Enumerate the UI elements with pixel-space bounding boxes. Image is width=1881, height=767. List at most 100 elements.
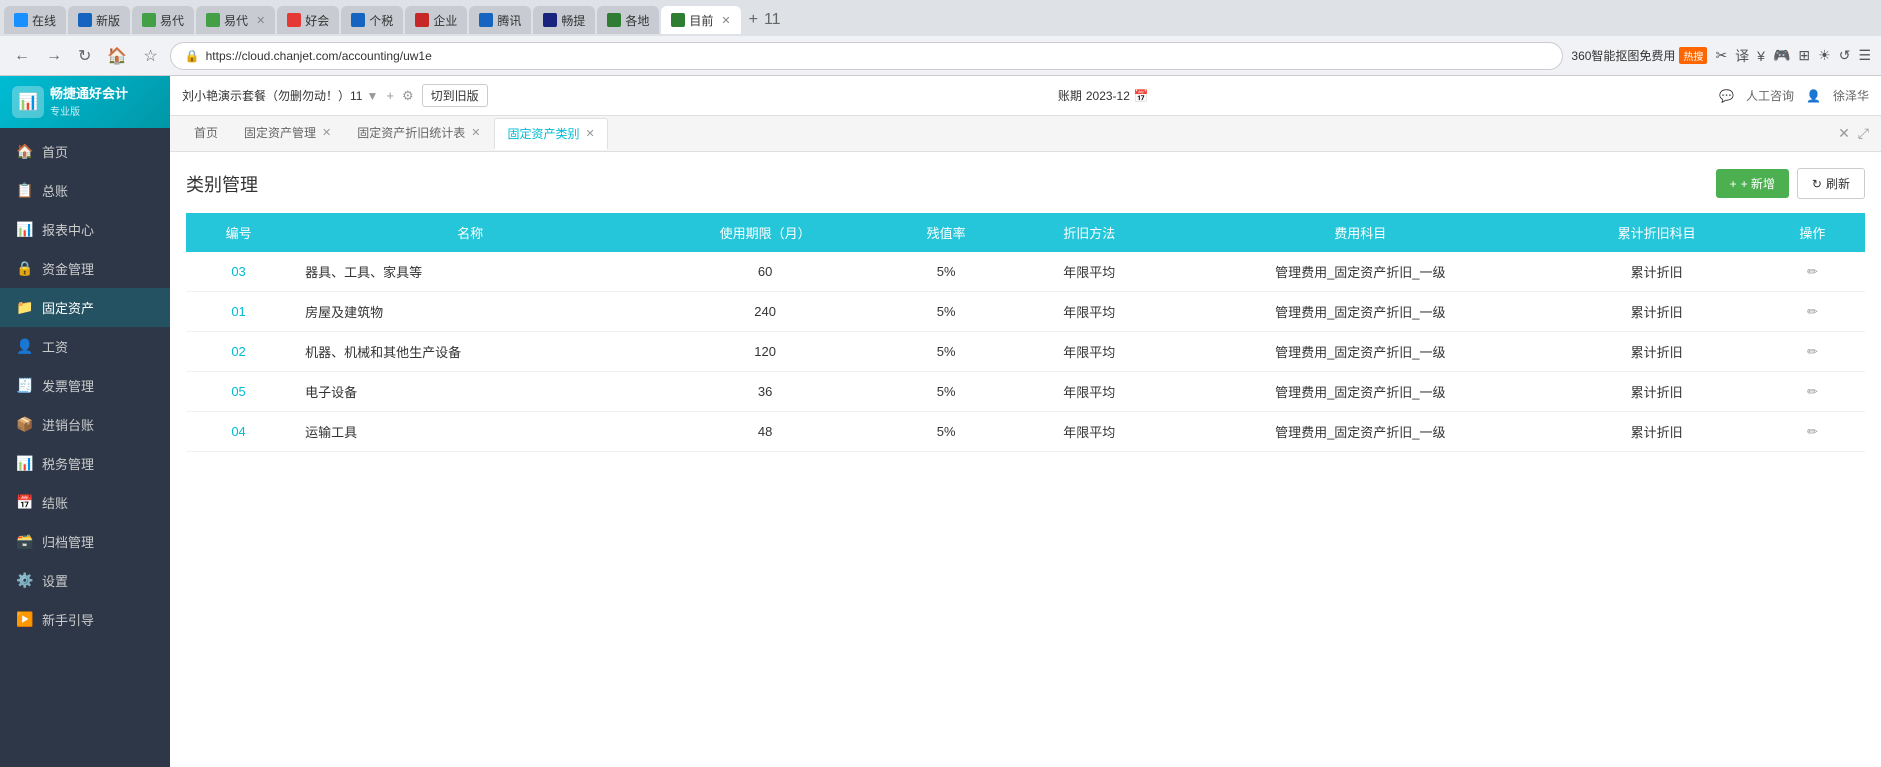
code-link[interactable]: 01 bbox=[231, 304, 245, 319]
search-label: 360智能抠图免费用 bbox=[1571, 47, 1675, 64]
browser-tab-muqian[interactable]: 目前 ✕ bbox=[661, 6, 740, 34]
game-icon[interactable]: 🎮 bbox=[1773, 47, 1790, 64]
tab-close-icon[interactable]: ✕ bbox=[322, 126, 331, 139]
reload-button[interactable]: ↻ bbox=[74, 44, 95, 68]
code-link[interactable]: 03 bbox=[231, 264, 245, 279]
edit-icon[interactable]: ✏ bbox=[1807, 264, 1818, 279]
tab-label: 在线 bbox=[32, 12, 56, 29]
maximize-window-icon[interactable]: ⤢ bbox=[1858, 125, 1869, 142]
cell-code: 03 bbox=[186, 252, 291, 292]
edit-icon[interactable]: ✏ bbox=[1807, 384, 1818, 399]
tab-icon bbox=[671, 13, 685, 27]
forward-button[interactable]: → bbox=[42, 45, 66, 67]
section-header: 类别管理 + + 新增 ↻ 刷新 bbox=[186, 168, 1865, 199]
currency-icon[interactable]: ¥ bbox=[1757, 48, 1765, 64]
user-name-text: 刘小艳演示套餐（勿删勿动！）11 bbox=[182, 87, 362, 104]
edit-icon[interactable]: ✏ bbox=[1807, 304, 1818, 319]
sidebar-item-settings[interactable]: ⚙️ 设置 bbox=[0, 561, 170, 600]
sidebar-item-label: 首页 bbox=[42, 142, 68, 161]
edit-icon[interactable]: ✏ bbox=[1807, 424, 1818, 439]
salary-icon: 👤 bbox=[16, 338, 34, 355]
sidebar-item-label: 设置 bbox=[42, 571, 68, 590]
browser-toolbar: ✂ 译 ¥ 🎮 ⊞ ☀ ↺ ☰ bbox=[1715, 46, 1871, 66]
code-link[interactable]: 04 bbox=[231, 424, 245, 439]
cell-action: ✏ bbox=[1760, 412, 1865, 452]
sidebar-item-report[interactable]: 📊 报表中心 bbox=[0, 210, 170, 249]
back-button[interactable]: ← bbox=[10, 45, 34, 67]
cell-name: 机器、机械和其他生产设备 bbox=[291, 332, 649, 372]
browser-tab-online[interactable]: 在线 bbox=[4, 6, 66, 34]
table-row: 03 器具、工具、家具等 60 5% 年限平均 管理费用_固定资产折旧_一级 累… bbox=[186, 252, 1865, 292]
browser-tab-geshui[interactable]: 个税 bbox=[341, 6, 403, 34]
sidebar-item-home[interactable]: 🏠 首页 bbox=[0, 132, 170, 171]
settings-cog-icon[interactable]: ⚙ bbox=[402, 88, 414, 104]
bookmark-button[interactable]: ☆ bbox=[139, 44, 161, 68]
page-tab-home[interactable]: 首页 bbox=[182, 118, 230, 149]
period-label: 账期 bbox=[1058, 87, 1082, 104]
cell-expense: 管理费用_固定资产折旧_一级 bbox=[1167, 252, 1553, 292]
address-input[interactable]: 🔒 https://cloud.chanjet.com/accounting/u… bbox=[170, 42, 1564, 70]
sidebar-item-salary[interactable]: 👤 工资 bbox=[0, 327, 170, 366]
refresh-button[interactable]: ↻ 刷新 bbox=[1797, 168, 1865, 199]
cell-rate: 5% bbox=[881, 372, 1011, 412]
sidebar-item-tax[interactable]: 📊 税务管理 bbox=[0, 444, 170, 483]
browser-tab-yidai2[interactable]: 易代 ✕ bbox=[196, 6, 275, 34]
tab-close-icon[interactable]: ✕ bbox=[586, 127, 595, 140]
col-header-period: 使用期限（月） bbox=[649, 213, 881, 252]
add-company-icon[interactable]: + bbox=[386, 88, 394, 103]
sidebar-item-inventory[interactable]: 📦 进销台账 bbox=[0, 405, 170, 444]
sidebar-item-ledger[interactable]: 📋 总账 bbox=[0, 171, 170, 210]
sidebar-item-archive[interactable]: 🗃️ 归档管理 bbox=[0, 522, 170, 561]
add-icon: + bbox=[1730, 177, 1737, 191]
address-bar: ← → ↻ 🏠 ☆ 🔒 https://cloud.chanjet.com/ac… bbox=[0, 36, 1881, 76]
cut-icon[interactable]: ✂ bbox=[1715, 47, 1727, 64]
tab-close-icon[interactable]: ✕ bbox=[721, 14, 730, 27]
col-header-method: 折旧方法 bbox=[1011, 213, 1167, 252]
tab-count-badge: 11 bbox=[764, 11, 781, 29]
tab-label: 首页 bbox=[194, 124, 218, 141]
browser-tab-changti[interactable]: 畅提 bbox=[533, 6, 595, 34]
browser-chrome: 在线 新版 易代 易代 ✕ 好会 个税 企业 腾讯 bbox=[0, 0, 1881, 76]
translate-icon[interactable]: 译 bbox=[1735, 46, 1749, 66]
table-header: 编号 名称 使用期限（月） 残值率 折旧方法 费用科目 累计折旧科目 操作 bbox=[186, 213, 1865, 252]
switch-old-button[interactable]: 切到旧版 bbox=[422, 84, 488, 107]
dropdown-icon[interactable]: ▼ bbox=[366, 89, 378, 103]
undo-icon[interactable]: ↺ bbox=[1839, 47, 1851, 64]
browser-tab-new[interactable]: 新版 bbox=[68, 6, 130, 34]
help-label: 人工咨询 bbox=[1746, 87, 1794, 104]
sidebar-item-fund[interactable]: 🔒 资金管理 bbox=[0, 249, 170, 288]
edit-icon[interactable]: ✏ bbox=[1807, 344, 1818, 359]
page-tab-category[interactable]: 固定资产类别 ✕ bbox=[494, 118, 607, 150]
user-avatar-icon[interactable]: 👤 bbox=[1806, 89, 1821, 103]
browser-tab-qiye[interactable]: 企业 bbox=[405, 6, 467, 34]
close-window-icon[interactable]: ✕ bbox=[1838, 125, 1850, 142]
cell-accum: 累计折旧 bbox=[1553, 332, 1759, 372]
sidebar-item-invoice[interactable]: 🧾 发票管理 bbox=[0, 366, 170, 405]
refresh-label: 刷新 bbox=[1826, 175, 1850, 192]
browser-tab-gedi[interactable]: 各地 bbox=[597, 6, 659, 34]
table-row: 02 机器、机械和其他生产设备 120 5% 年限平均 管理费用_固定资产折旧_… bbox=[186, 332, 1865, 372]
brightness-icon[interactable]: ☀ bbox=[1818, 47, 1831, 64]
home-button[interactable]: 🏠 bbox=[103, 44, 131, 68]
menu-icon[interactable]: ☰ bbox=[1858, 47, 1871, 64]
tab-close-icon[interactable]: ✕ bbox=[471, 126, 480, 139]
code-link[interactable]: 02 bbox=[231, 344, 245, 359]
sidebar-item-asset[interactable]: 📁 固定资产 bbox=[0, 288, 170, 327]
sidebar-item-checkout[interactable]: 📅 结账 bbox=[0, 483, 170, 522]
grid-icon[interactable]: ⊞ bbox=[1798, 47, 1810, 64]
help-icon[interactable]: 💬 bbox=[1719, 89, 1734, 103]
browser-tab-haohui[interactable]: 好会 bbox=[277, 6, 339, 34]
browser-tab-tencent[interactable]: 腾讯 bbox=[469, 6, 531, 34]
tab-close-icon[interactable]: ✕ bbox=[256, 14, 265, 27]
new-tab-icon[interactable]: + bbox=[749, 11, 758, 29]
browser-tab-yidai1[interactable]: 易代 bbox=[132, 6, 194, 34]
page-tab-depreciation[interactable]: 固定资产折旧统计表 ✕ bbox=[345, 118, 492, 149]
sidebar-item-guide[interactable]: ▶️ 新手引导 bbox=[0, 600, 170, 639]
add-category-button[interactable]: + + 新增 bbox=[1716, 169, 1789, 198]
code-link[interactable]: 05 bbox=[231, 384, 245, 399]
sidebar-item-label: 结账 bbox=[42, 493, 68, 512]
page-tab-asset-mgmt[interactable]: 固定资产管理 ✕ bbox=[232, 118, 343, 149]
calendar-icon[interactable]: 📅 bbox=[1134, 89, 1149, 103]
fund-icon: 🔒 bbox=[16, 260, 34, 277]
table-body: 03 器具、工具、家具等 60 5% 年限平均 管理费用_固定资产折旧_一级 累… bbox=[186, 252, 1865, 452]
